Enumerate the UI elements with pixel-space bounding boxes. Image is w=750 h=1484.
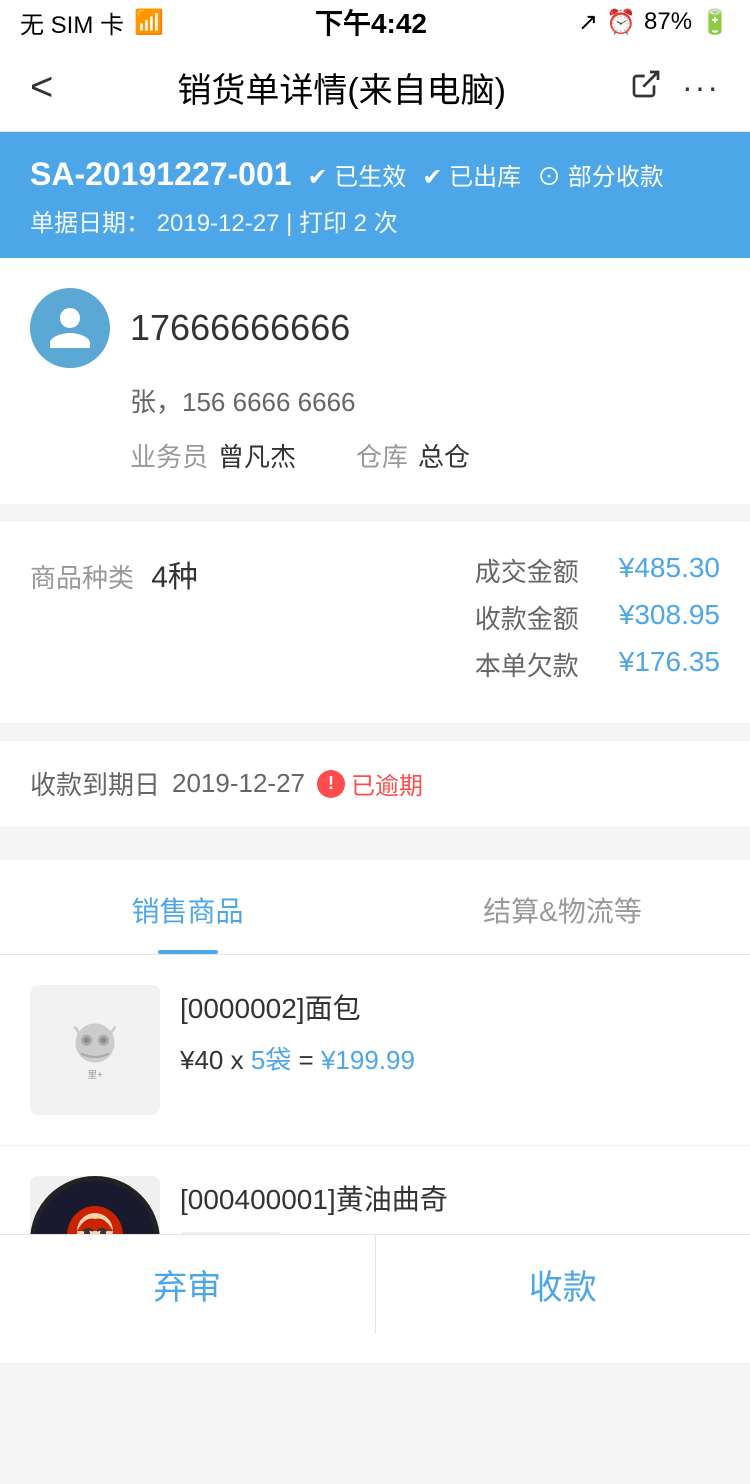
tab-settlement-label: 结算&物流等	[483, 896, 642, 927]
cancel-review-button[interactable]: 弃审	[0, 1235, 376, 1334]
divider3	[0, 828, 750, 844]
battery-text: 87%	[644, 8, 692, 36]
date-value: 2019-12-27	[157, 210, 280, 237]
bottom-spacer	[0, 1364, 750, 1484]
product-info-1: [0000002]面包 ¥40 x 5袋 = ¥199.99	[180, 985, 720, 1077]
customer-meta: 业务员 曾凡杰 仓库 总仓	[130, 437, 720, 474]
salesperson-value: 曾凡杰	[218, 437, 296, 474]
owed-value: ¥176.35	[619, 646, 720, 683]
tab-products-label: 销售商品	[131, 896, 243, 927]
salesperson-item: 业务员 曾凡杰	[130, 437, 296, 474]
product-price-1: ¥40 x 5袋 = ¥199.99	[180, 1040, 720, 1077]
tab-settlement[interactable]: 结算&物流等	[375, 860, 750, 954]
customer-section: 17666666666 张，156 6666 6666 业务员 曾凡杰 仓库 总…	[0, 258, 750, 504]
divider1	[0, 506, 750, 522]
date-label: 单据日期：	[30, 210, 150, 237]
customer-name-phone: 张，156 6666 6666	[130, 382, 720, 419]
nav-bar: < 销货单详情(来自电脑) ···	[0, 44, 750, 132]
battery-icon: 🔋	[700, 8, 730, 37]
pay-button[interactable]: 收款	[376, 1235, 750, 1334]
cancel-review-label: 弃审	[153, 1260, 221, 1309]
summary-right: 成交金额 ¥485.30 收款金额 ¥308.95 本单欠款 ¥176.35	[475, 552, 720, 693]
summary-section: 商品种类 4种 成交金额 ¥485.30 收款金额 ¥308.95 本单欠款 ¥…	[0, 522, 750, 723]
owed-label: 本单欠款	[475, 646, 579, 683]
tabs-section: 销售商品 结算&物流等	[0, 860, 750, 955]
back-button[interactable]: <	[30, 65, 53, 110]
product-name-1: [0000002]面包	[180, 989, 720, 1028]
summary-row-2: 本单欠款 ¥176.35	[475, 646, 720, 683]
due-label: 收款到期日	[30, 765, 160, 802]
status-bar-left: 无 SIM 卡 📶	[20, 5, 164, 40]
overdue-badge: ! 已逾期	[317, 766, 423, 801]
location-icon: ↗	[578, 8, 598, 37]
status-badges: ✔ 已生效 ✔ 已出库 ⊙ 部分收款	[308, 157, 664, 192]
alarm-icon: ⏰	[606, 8, 636, 37]
order-id: SA-20191227-001	[30, 156, 292, 193]
product-code-2: [000400001]	[180, 1184, 336, 1215]
due-section: 收款到期日 2019-12-27 ! 已逾期	[0, 741, 750, 826]
order-date: 单据日期： 2019-12-27 | 打印 2 次	[30, 203, 720, 238]
product-total-1: ¥199.99	[321, 1045, 415, 1075]
received-value: ¥308.95	[619, 599, 720, 636]
status-bar: 无 SIM 卡 📶 下午4:42 ↗ ⏰ 87% 🔋	[0, 0, 750, 44]
divider2	[0, 725, 750, 741]
warehouse-value: 总仓	[418, 437, 470, 474]
category-value: 4种	[151, 561, 198, 594]
avatar	[30, 288, 110, 368]
customer-phone: 17666666666	[130, 307, 350, 349]
wifi-icon: 📶	[134, 8, 164, 37]
overdue-text: 已逾期	[351, 766, 423, 801]
more-button[interactable]: ···	[682, 69, 720, 106]
order-header: SA-20191227-001 ✔ 已生效 ✔ 已出库 ⊙ 部分收款 单据日期：…	[0, 132, 750, 258]
deal-amount-label: 成交金额	[475, 552, 579, 589]
category-label: 商品种类	[30, 563, 134, 593]
share-button[interactable]	[630, 68, 662, 108]
customer-row: 17666666666	[30, 288, 720, 368]
bread-icon: 里+	[60, 1015, 130, 1085]
salesperson-label: 业务员	[130, 437, 208, 474]
badge-out: ✔ 已出库	[422, 157, 521, 192]
product-code-1: [0000002]	[180, 993, 305, 1024]
pay-label: 收款	[529, 1260, 597, 1309]
svg-text:里+: 里+	[87, 1069, 103, 1081]
due-date-value: 2019-12-27	[172, 768, 305, 799]
product-thumbnail-1: 里+	[30, 985, 160, 1115]
overdue-icon: !	[317, 770, 345, 798]
summary-row-0: 成交金额 ¥485.30	[475, 552, 720, 589]
warehouse-label: 仓库	[356, 437, 408, 474]
page-title: 销货单详情(来自电脑)	[177, 63, 506, 112]
order-id-row: SA-20191227-001 ✔ 已生效 ✔ 已出库 ⊙ 部分收款	[30, 156, 720, 193]
nav-actions: ···	[630, 68, 720, 108]
product-item: 里+ [0000002]面包 ¥40 x 5袋 = ¥199.99	[0, 955, 750, 1146]
badge-partial: ⊙ 部分收款	[537, 157, 664, 192]
warehouse-item: 仓库 总仓	[356, 437, 470, 474]
status-bar-time: 下午4:42	[315, 2, 427, 42]
summary-row-1: 收款金额 ¥308.95	[475, 599, 720, 636]
bottom-bar: 弃审 收款	[0, 1234, 750, 1334]
received-label: 收款金额	[475, 599, 579, 636]
product-qty-1: 5袋	[251, 1045, 291, 1075]
status-bar-right: ↗ ⏰ 87% 🔋	[578, 8, 730, 37]
carrier-text: 无 SIM 卡	[20, 5, 124, 40]
badge-active: ✔ 已生效	[308, 157, 407, 192]
summary-left: 商品种类 4种	[30, 552, 198, 596]
deal-amount-value: ¥485.30	[619, 552, 720, 589]
print-info: | 打印 2 次	[286, 210, 398, 237]
product-name-2: [000400001]黄油曲奇	[180, 1180, 720, 1219]
tab-products[interactable]: 销售商品	[0, 860, 375, 954]
